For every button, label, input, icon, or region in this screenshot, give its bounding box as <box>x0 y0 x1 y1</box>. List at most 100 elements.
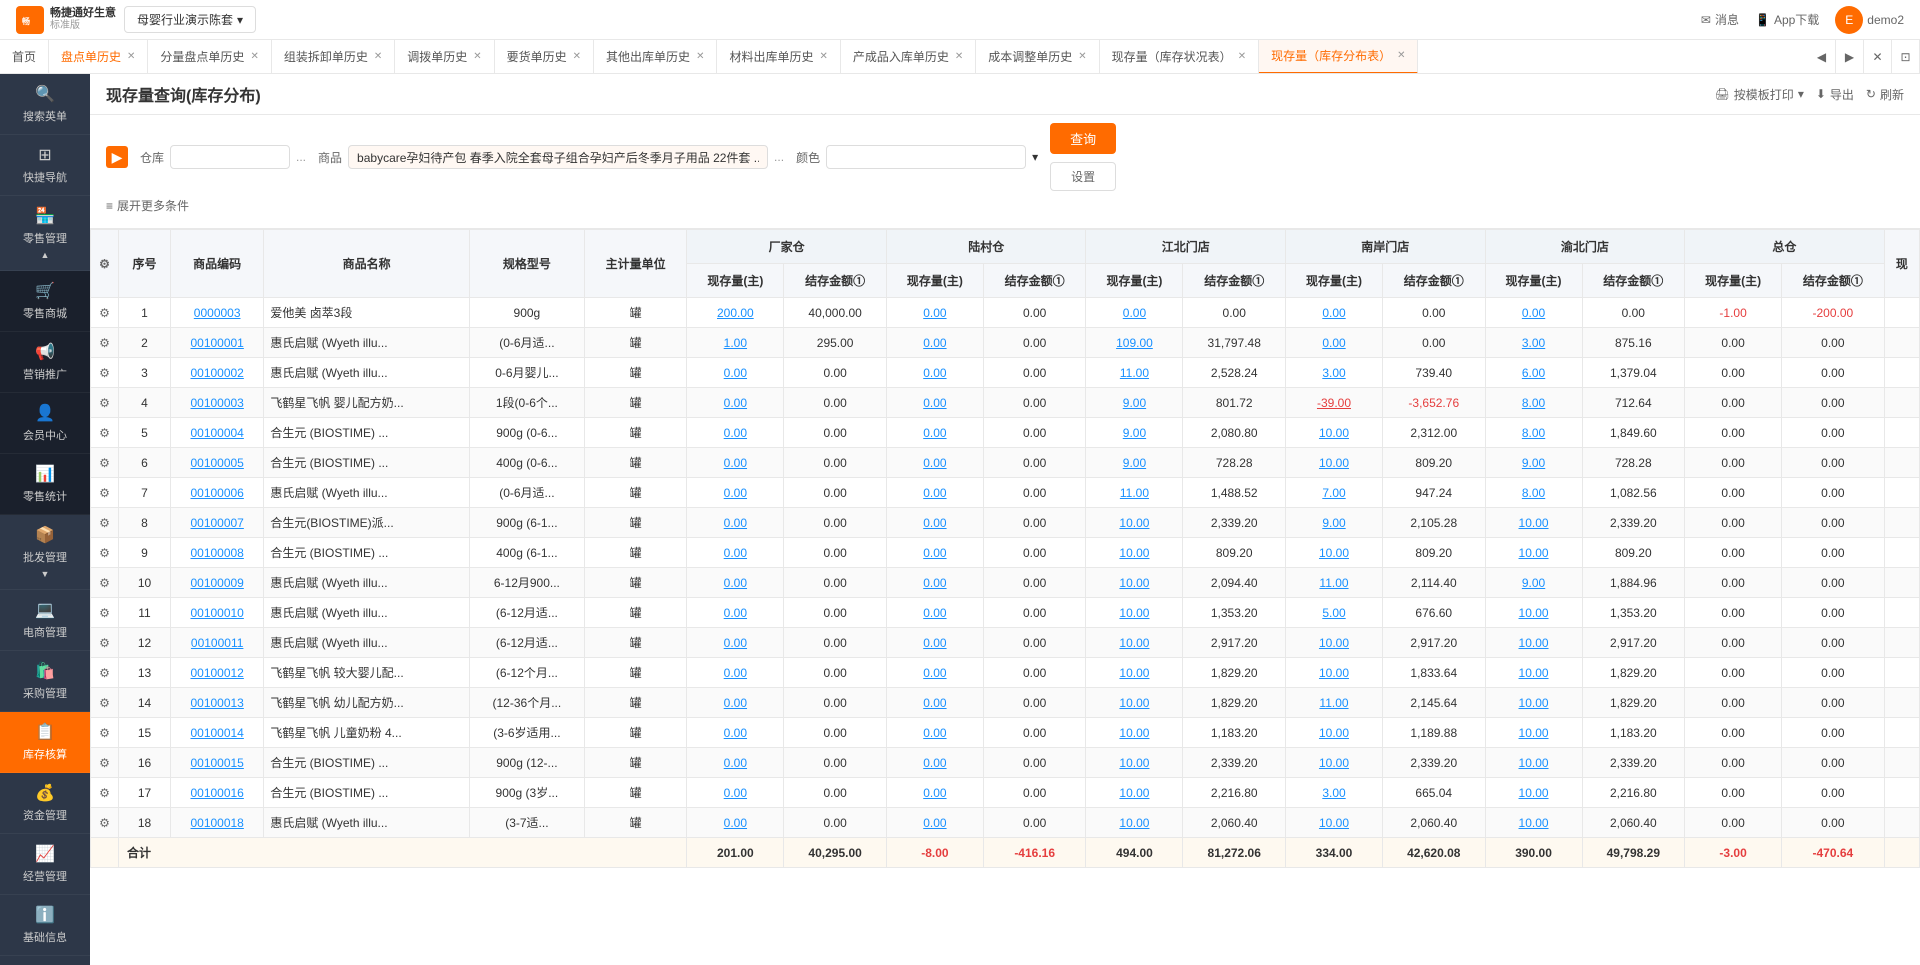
tab-5[interactable]: 要货单历史 ✕ <box>495 40 594 74</box>
tab-1[interactable]: 盘点单历史 ✕ <box>49 40 148 74</box>
export-btn[interactable]: ⬇ 导出 <box>1816 86 1854 103</box>
sidebar-item-purchase[interactable]: 🛍️ 采购管理 <box>0 651 90 712</box>
row-gear-icon[interactable]: ⚙ <box>99 516 110 530</box>
row-code[interactable]: 00100001 <box>171 328 264 358</box>
sidebar-item-basic-info[interactable]: ℹ️ 基础信息 <box>0 895 90 956</box>
refresh-btn[interactable]: ↻ 刷新 <box>1866 86 1904 103</box>
row-settings[interactable]: ⚙ <box>91 418 119 448</box>
tab-next-btn[interactable]: ▶ <box>1836 40 1864 74</box>
warehouse-input[interactable] <box>170 145 290 169</box>
row-code[interactable]: 00100004 <box>171 418 264 448</box>
tab-7[interactable]: 材料出库单历史 ✕ <box>717 40 840 74</box>
tab-close-10[interactable]: ✕ <box>1238 51 1246 62</box>
tab-close-6[interactable]: ✕ <box>696 51 704 62</box>
row-gear-icon[interactable]: ⚙ <box>99 756 110 770</box>
app-download-btn[interactable]: 📱 App下载 <box>1755 11 1819 28</box>
tab-10[interactable]: 现存量（库存状况表） ✕ <box>1100 40 1259 74</box>
sidebar-item-retail[interactable]: 🏪 零售管理 ▲ <box>0 196 90 271</box>
row-code[interactable]: 00100016 <box>171 778 264 808</box>
search-collapse-btn[interactable]: ▶ <box>106 146 128 168</box>
message-btn[interactable]: ✉ 消息 <box>1701 11 1739 28</box>
row-gear-icon[interactable]: ⚙ <box>99 306 110 320</box>
row-settings[interactable]: ⚙ <box>91 298 119 328</box>
row-code[interactable]: 00100018 <box>171 808 264 838</box>
goods-dots[interactable]: ... <box>774 150 784 164</box>
tab-11[interactable]: 现存量（库存分布表） ✕ <box>1259 40 1418 74</box>
expand-conditions-btn[interactable]: ≡ 展开更多条件 <box>106 197 1904 214</box>
row-gear-icon[interactable]: ⚙ <box>99 576 110 590</box>
row-code[interactable]: 00100012 <box>171 658 264 688</box>
row-settings[interactable]: ⚙ <box>91 748 119 778</box>
tab-6[interactable]: 其他出库单历史 ✕ <box>594 40 717 74</box>
tab-4[interactable]: 调拨单历史 ✕ <box>395 40 494 74</box>
tab-3[interactable]: 组装拆卸单历史 ✕ <box>272 40 395 74</box>
tab-8[interactable]: 产成品入库单历史 ✕ <box>841 40 976 74</box>
sidebar-item-ecommerce[interactable]: 💻 电商管理 <box>0 590 90 651</box>
sidebar-item-finance[interactable]: 💰 资金管理 <box>0 773 90 834</box>
row-code[interactable]: 00100002 <box>171 358 264 388</box>
goods-input[interactable] <box>348 145 768 169</box>
row-gear-icon[interactable]: ⚙ <box>99 786 110 800</box>
tab-close-5[interactable]: ✕ <box>573 51 581 62</box>
tab-close-9[interactable]: ✕ <box>1078 51 1086 62</box>
query-button[interactable]: 查询 <box>1050 123 1116 154</box>
row-settings[interactable]: ⚙ <box>91 718 119 748</box>
row-code[interactable]: 00100008 <box>171 538 264 568</box>
row-settings[interactable]: ⚙ <box>91 598 119 628</box>
row-code[interactable]: 00100003 <box>171 388 264 418</box>
tab-close-11[interactable]: ✕ <box>1397 50 1405 61</box>
row-gear-icon[interactable]: ⚙ <box>99 546 110 560</box>
tab-close-8[interactable]: ✕ <box>955 51 963 62</box>
tab-home[interactable]: 首页 <box>0 40 49 74</box>
row-gear-icon[interactable]: ⚙ <box>99 666 110 680</box>
row-gear-icon[interactable]: ⚙ <box>99 426 110 440</box>
row-code[interactable]: 00100010 <box>171 598 264 628</box>
sidebar-item-members[interactable]: 👤 会员中心 <box>0 393 90 454</box>
row-settings[interactable]: ⚙ <box>91 538 119 568</box>
row-gear-icon[interactable]: ⚙ <box>99 366 110 380</box>
sidebar-item-shop[interactable]: 🛒 零售商城 <box>0 271 90 332</box>
row-gear-icon[interactable]: ⚙ <box>99 606 110 620</box>
row-gear-icon[interactable]: ⚙ <box>99 726 110 740</box>
row-gear-icon[interactable]: ⚙ <box>99 456 110 470</box>
store-selector[interactable]: 母婴行业演示陈套 ▾ <box>124 6 256 33</box>
sidebar-item-operations[interactable]: 📈 经营管理 <box>0 834 90 895</box>
row-settings[interactable]: ⚙ <box>91 508 119 538</box>
warehouse-dots[interactable]: ... <box>296 150 306 164</box>
row-code[interactable]: 00100013 <box>171 688 264 718</box>
col-settings-header[interactable]: ⚙ <box>91 230 119 298</box>
tab-close-3[interactable]: ✕ <box>374 51 382 62</box>
tab-close-4[interactable]: ✕ <box>473 51 481 62</box>
print-btn[interactable]: 🖨 按模板打印 ▾ <box>1715 86 1804 103</box>
tab-close-7[interactable]: ✕ <box>819 51 827 62</box>
row-settings[interactable]: ⚙ <box>91 808 119 838</box>
row-settings[interactable]: ⚙ <box>91 388 119 418</box>
row-code[interactable]: 00100014 <box>171 718 264 748</box>
sidebar-item-retail-stats[interactable]: 📊 零售统计 <box>0 454 90 515</box>
row-code[interactable]: 00100007 <box>171 508 264 538</box>
row-settings[interactable]: ⚙ <box>91 478 119 508</box>
sidebar-item-system[interactable]: ⚙️ 系统管理 <box>0 956 90 965</box>
row-gear-icon[interactable]: ⚙ <box>99 396 110 410</box>
tab-close-2[interactable]: ✕ <box>250 51 258 62</box>
row-settings[interactable]: ⚙ <box>91 568 119 598</box>
sidebar-item-nav[interactable]: ⊞ 快捷导航 <box>0 135 90 196</box>
gear-icon[interactable]: ⚙ <box>99 257 110 271</box>
tab-prev-btn[interactable]: ◀ <box>1808 40 1836 74</box>
tab-2[interactable]: 分量盘点单历史 ✕ <box>148 40 271 74</box>
tab-9[interactable]: 成本调整单历史 ✕ <box>976 40 1099 74</box>
settings-button[interactable]: 设置 <box>1050 162 1116 191</box>
tab-expand-btn[interactable]: ⊡ <box>1892 40 1920 74</box>
row-gear-icon[interactable]: ⚙ <box>99 336 110 350</box>
row-settings[interactable]: ⚙ <box>91 448 119 478</box>
row-gear-icon[interactable]: ⚙ <box>99 636 110 650</box>
sidebar-item-search[interactable]: 🔍 搜索英单 <box>0 74 90 135</box>
sidebar-item-marketing[interactable]: 📢 营销推广 <box>0 332 90 393</box>
sidebar-item-inventory[interactable]: 📋 库存核算 <box>0 712 90 773</box>
row-settings[interactable]: ⚙ <box>91 778 119 808</box>
row-gear-icon[interactable]: ⚙ <box>99 696 110 710</box>
row-code[interactable]: 00100015 <box>171 748 264 778</box>
color-input[interactable] <box>826 145 1026 169</box>
row-settings[interactable]: ⚙ <box>91 328 119 358</box>
row-settings[interactable]: ⚙ <box>91 628 119 658</box>
